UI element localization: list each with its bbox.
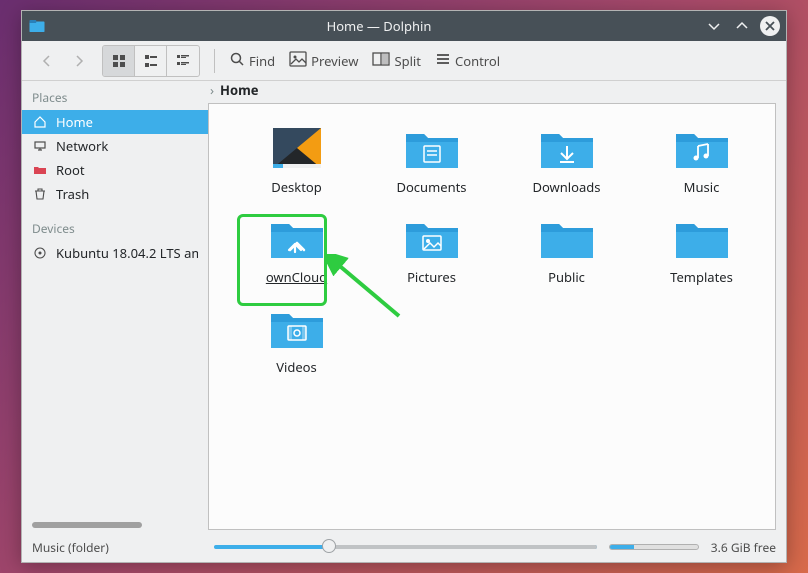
trash-icon (32, 186, 48, 202)
details-view-button[interactable] (167, 46, 199, 76)
sidebar-item-label: Root (56, 161, 85, 179)
templates-folder-icon (672, 214, 732, 262)
downloads-folder-icon (537, 124, 597, 172)
file-item-videos[interactable]: Videos (229, 304, 364, 376)
icons-view-button[interactable] (103, 46, 135, 76)
sidebar-item-network[interactable]: Network (22, 134, 208, 158)
file-item-desktop[interactable]: Desktop (229, 124, 364, 196)
music-folder-icon (672, 124, 732, 172)
maximize-button[interactable] (732, 16, 752, 36)
file-item-label: Public (548, 268, 585, 286)
file-item-label: Desktop (271, 178, 322, 196)
dolphin-window: Home — Dolphin Find Preview Split (21, 10, 787, 563)
sidebar-item-trash[interactable]: Trash (22, 182, 208, 206)
disk-free-text: 3.6 GiB free (711, 539, 776, 556)
titlebar: Home — Dolphin (22, 11, 786, 41)
hamburger-icon (435, 51, 451, 71)
chevron-right-icon: › (210, 81, 214, 99)
file-item-documents[interactable]: Documents (364, 124, 499, 196)
sidebar-item-label: Network (56, 137, 108, 155)
file-item-label: Pictures (407, 268, 456, 286)
file-item-label: Templates (670, 268, 733, 286)
preview-icon (289, 51, 307, 71)
sidebar-item-root[interactable]: Root (22, 158, 208, 182)
breadcrumb[interactable]: › Home (208, 81, 786, 103)
root-folder-icon (32, 162, 48, 178)
preview-button[interactable]: Preview (283, 46, 364, 76)
desktop-folder-icon (267, 124, 327, 172)
compact-view-button[interactable] (135, 46, 167, 76)
back-button[interactable] (32, 46, 62, 76)
public-folder-icon (537, 214, 597, 262)
toolbar: Find Preview Split Control (22, 41, 786, 81)
statusbar: Music (folder) 3.6 GiB free (22, 536, 786, 562)
sidebar-item-label: Kubuntu 18.04.2 LTS amd (56, 244, 198, 262)
sidebar-item-home[interactable]: Home (22, 110, 208, 134)
main-area: › Home Desktop Documents Downloads Music own… (208, 81, 786, 536)
file-item-downloads[interactable]: Downloads (499, 124, 634, 196)
search-icon (229, 51, 245, 71)
file-viewport[interactable]: Desktop Documents Downloads Music ownCloud Pi… (208, 103, 776, 530)
body: Places Home Network Root Trash Devices K… (22, 81, 786, 536)
file-item-label: ownCloud (266, 268, 327, 286)
sidebar-item-label: Home (56, 113, 93, 131)
network-icon (32, 138, 48, 154)
pictures-folder-icon (402, 214, 462, 262)
file-item-label: Music (684, 178, 720, 196)
sidebar: Places Home Network Root Trash Devices K… (22, 81, 208, 536)
file-item-pictures[interactable]: Pictures (364, 214, 499, 286)
minimize-button[interactable] (704, 16, 724, 36)
owncloud-folder-icon (267, 214, 327, 262)
file-item-music[interactable]: Music (634, 124, 769, 196)
places-header: Places (22, 85, 208, 110)
file-item-owncloud[interactable]: ownCloud (229, 214, 364, 286)
devices-header: Devices (22, 216, 208, 241)
home-icon (32, 114, 48, 130)
breadcrumb-current[interactable]: Home (220, 81, 259, 99)
zoom-slider[interactable] (214, 539, 597, 555)
videos-folder-icon (267, 304, 327, 352)
sidebar-scrollbar[interactable] (32, 522, 142, 528)
file-item-label: Videos (276, 358, 317, 376)
separator (214, 49, 215, 73)
forward-button[interactable] (64, 46, 94, 76)
file-item-label: Documents (396, 178, 466, 196)
view-mode-group (102, 45, 200, 77)
find-button[interactable]: Find (223, 46, 281, 76)
split-button[interactable]: Split (366, 46, 427, 76)
window-title: Home — Dolphin (54, 17, 704, 35)
status-text: Music (folder) (32, 539, 202, 556)
control-button[interactable]: Control (429, 46, 506, 76)
file-item-public[interactable]: Public (499, 214, 634, 286)
sidebar-item-label: Trash (56, 185, 89, 203)
split-icon (372, 51, 390, 71)
disk-icon (32, 245, 48, 261)
sidebar-item-device[interactable]: Kubuntu 18.04.2 LTS amd (22, 241, 208, 265)
documents-folder-icon (402, 124, 462, 172)
close-button[interactable] (760, 16, 780, 36)
file-item-templates[interactable]: Templates (634, 214, 769, 286)
file-item-label: Downloads (532, 178, 600, 196)
app-icon (28, 17, 46, 35)
disk-usage-bar (609, 544, 699, 550)
